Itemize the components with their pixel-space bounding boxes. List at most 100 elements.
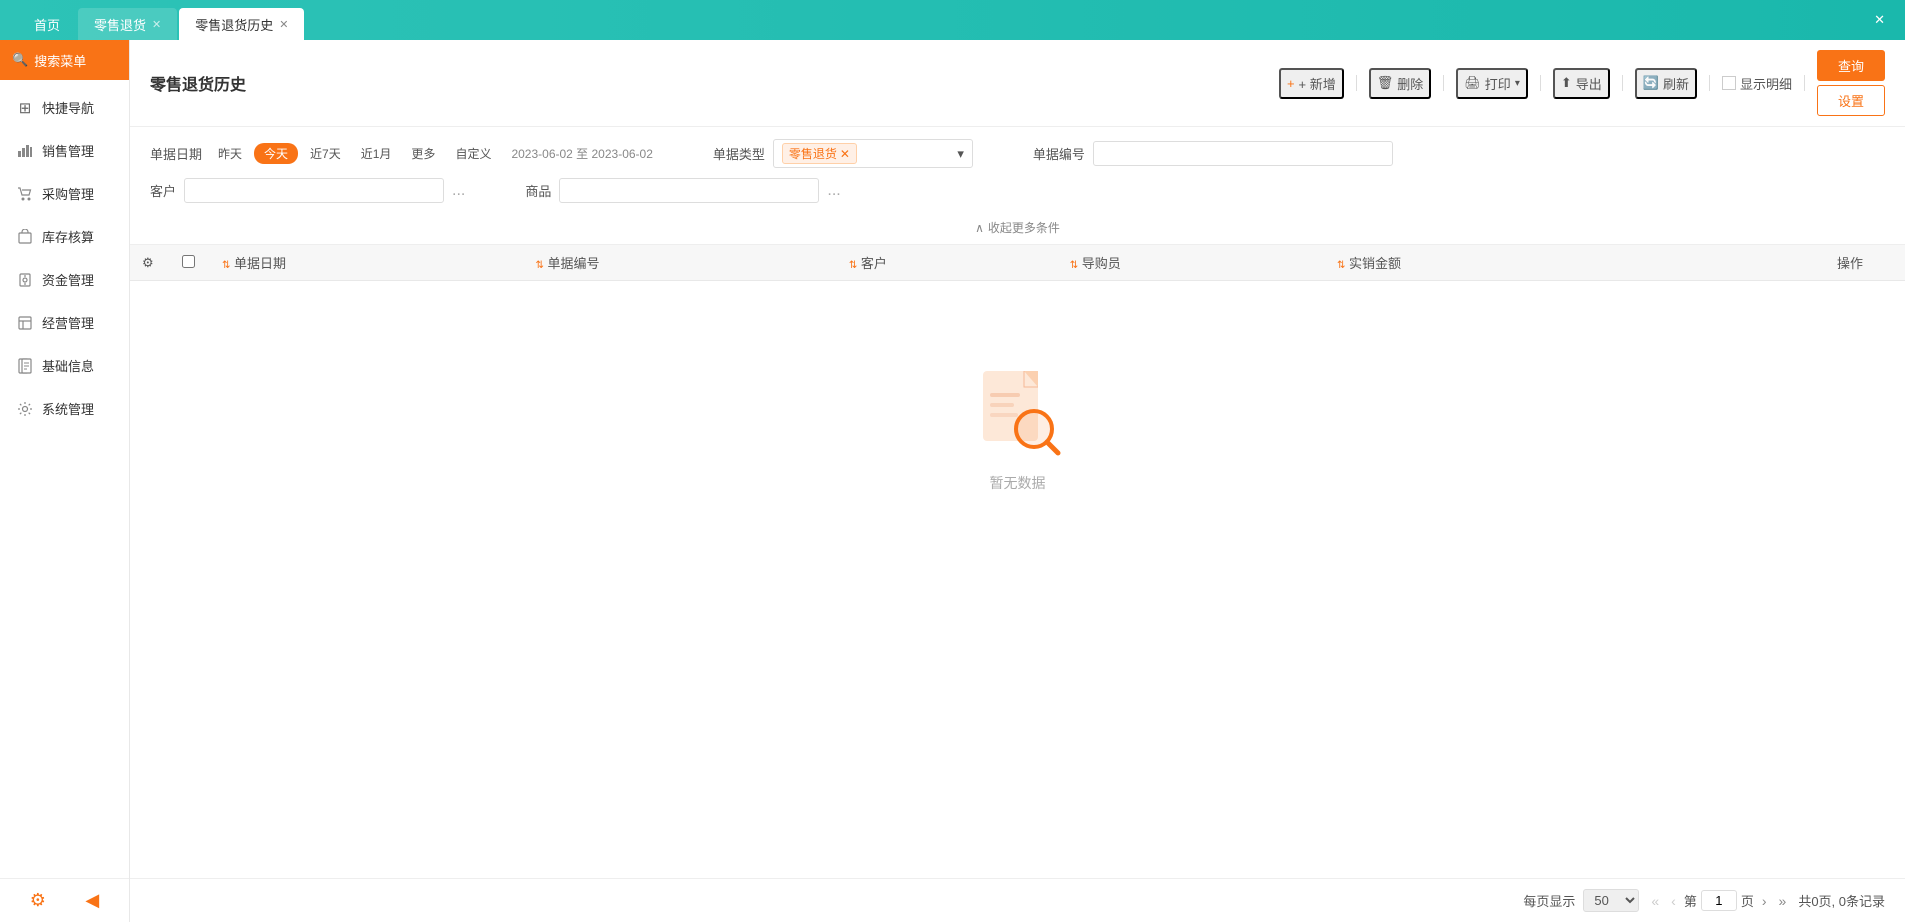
date-btn-7days[interactable]: 近7天 [302,143,349,164]
th-customer[interactable]: ⇅ 客户 [837,245,1058,281]
window-close-btn[interactable]: ✕ [1874,12,1895,28]
date-btn-1month[interactable]: 近1月 [353,143,400,164]
print-icon: 🖨 [1464,75,1481,91]
sidebar-item-label-finance-mgmt: 资金管理 [42,270,94,289]
query-btn[interactable]: 查询 [1817,50,1885,81]
customer-dots[interactable]: ... [452,182,465,200]
tab-retail-return[interactable]: 零售退货 ✕ [78,8,177,40]
customer-filter: 客户 ... [150,178,465,203]
sidebar-item-sales-mgmt[interactable]: 销售管理 [0,129,129,172]
new-btn[interactable]: + + 新增 [1279,68,1344,99]
page-input[interactable] [1701,890,1737,911]
th-doc-date[interactable]: ⇅ 单据日期 [210,245,523,281]
date-btn-yesterday[interactable]: 昨天 [210,143,250,164]
collapse-up-icon: ∧ [975,221,984,235]
tab-retail-return-history-close[interactable]: ✕ [279,18,288,31]
customer-input[interactable] [184,178,444,203]
sidebar-item-quick-nav[interactable]: ⊞ 快捷导航 [0,86,129,129]
date-btn-today[interactable]: 今天 [254,143,298,164]
show-detail-toggle[interactable]: 显示明细 [1722,74,1792,93]
th-doc-no[interactable]: ⇅ 单据编号 [523,245,836,281]
sidebar-item-inventory[interactable]: 库存核算 [0,215,129,258]
doc-no-label: 单据编号 [1033,144,1085,163]
sidebar-item-basic-info[interactable]: 基础信息 [0,344,129,387]
inventory-icon [16,228,34,246]
sidebar-item-label-sales-mgmt: 销售管理 [42,141,94,160]
sidebar-item-purchase-mgmt[interactable]: 采购管理 [0,172,129,215]
sidebar-item-label-sys-mgmt: 系统管理 [42,399,94,418]
delete-icon: 🗑 [1377,75,1394,91]
page-label: 第 [1684,891,1697,910]
doc-type-label: 单据类型 [713,144,765,163]
table-head: ⚙ ⇅ 单据日期 ⇅ 单据编号 [130,245,1905,281]
page-size-select[interactable]: 50 20 100 [1583,889,1639,912]
first-page-btn[interactable]: « [1647,891,1663,911]
collapse-bar[interactable]: ∧ 收起更多条件 [150,213,1885,244]
prev-page-btn[interactable]: ‹ [1667,891,1680,911]
divider4 [1622,75,1623,91]
next-page-btn[interactable]: › [1758,891,1771,911]
th-amount[interactable]: ⇅ 实销金额 [1325,245,1825,281]
sort-icon-amount: ⇅ [1337,260,1345,271]
search-icon: 🔍 [12,52,28,68]
th-customer-label: 客户 [861,256,887,271]
divider5 [1709,75,1710,91]
settings-icon[interactable]: ⚙ [30,890,46,911]
sidebar-item-sys-mgmt[interactable]: 系统管理 [0,387,129,430]
sales-mgmt-icon [16,142,34,160]
sidebar-item-finance-mgmt[interactable]: 资金管理 [0,258,129,301]
tab-retail-return-history-label: 零售退货历史 [195,15,273,34]
export-label: 导出 [1576,74,1602,93]
divider1 [1356,75,1357,91]
empty-svg [968,361,1068,461]
filter-area: 单据日期 昨天 今天 近7天 近1月 更多 自定义 2023-06-02 至 2… [130,127,1905,245]
collapse-label: 收起更多条件 [988,219,1060,236]
doc-type-tag-remove[interactable]: ✕ [840,147,850,161]
doc-no-input[interactable] [1093,141,1393,166]
tab-retail-return-close[interactable]: ✕ [152,18,161,31]
search-menu[interactable]: 🔍 搜索菜单 [0,40,129,80]
tab-retail-return-history[interactable]: 零售退货历史 ✕ [179,8,304,40]
doc-type-dropdown-icon: ▾ [957,146,964,162]
new-icon: + [1287,76,1295,91]
sidebar-item-ops-mgmt[interactable]: 经营管理 [0,301,129,344]
sidebar-item-label-quick-nav: 快捷导航 [42,98,94,117]
delete-btn[interactable]: 🗑 删除 [1369,68,1432,99]
divider3 [1540,75,1541,91]
goods-input[interactable] [559,178,819,203]
doc-type-select[interactable]: 零售退货 ✕ ▾ [773,139,973,168]
basic-info-icon [16,357,34,375]
setting-btn[interactable]: 设置 [1817,85,1885,116]
sidebar-bottom: ⚙ ◀ [0,878,129,922]
th-guide[interactable]: ⇅ 导购员 [1058,245,1325,281]
date-btn-more[interactable]: 更多 [403,143,443,164]
page-unit: 页 [1741,891,1754,910]
last-page-btn[interactable]: » [1775,891,1791,911]
export-btn[interactable]: ⬆ 导出 [1553,68,1610,99]
show-detail-label: 显示明细 [1740,74,1792,93]
table-setting-icon[interactable]: ⚙ [142,255,154,270]
print-dropdown-icon: ▾ [1515,78,1520,89]
print-btn[interactable]: 🖨 打印 ▾ [1456,68,1528,99]
tab-bar: 首页 零售退货 ✕ 零售退货历史 ✕ [18,0,1874,40]
select-all-checkbox[interactable] [182,255,195,268]
sidebar-items: ⊞ 快捷导航 销售管理 采购管理 库存核算 [0,80,129,878]
divider6 [1804,75,1805,91]
toolbar: + + 新增 🗑 删除 🖨 打印 ▾ ⬆ 导出 [1279,50,1885,116]
refresh-btn[interactable]: 🔄 刷新 [1635,68,1697,99]
goods-dots[interactable]: ... [827,182,840,200]
total-info: 共0页, 0条记录 [1798,891,1885,910]
show-detail-checkbox[interactable] [1722,76,1736,90]
th-ops: 操作 [1825,245,1905,281]
divider2 [1443,75,1444,91]
page-header: 零售退货历史 + + 新增 🗑 删除 🖨 打印 ▾ [130,40,1905,127]
th-setting[interactable]: ⚙ [130,245,170,281]
collapse-sidebar-icon[interactable]: ◀ [85,890,99,911]
date-btn-custom[interactable]: 自定义 [447,143,499,164]
goods-filter: 商品 ... [525,178,840,203]
doc-type-tag-value: 零售退货 [789,145,837,162]
doc-type-filter: 单据类型 零售退货 ✕ ▾ [713,139,973,168]
tab-home[interactable]: 首页 [18,8,76,40]
table-container: ⚙ ⇅ 单据日期 ⇅ 单据编号 [130,245,1905,878]
tab-retail-return-label: 零售退货 [94,15,146,34]
